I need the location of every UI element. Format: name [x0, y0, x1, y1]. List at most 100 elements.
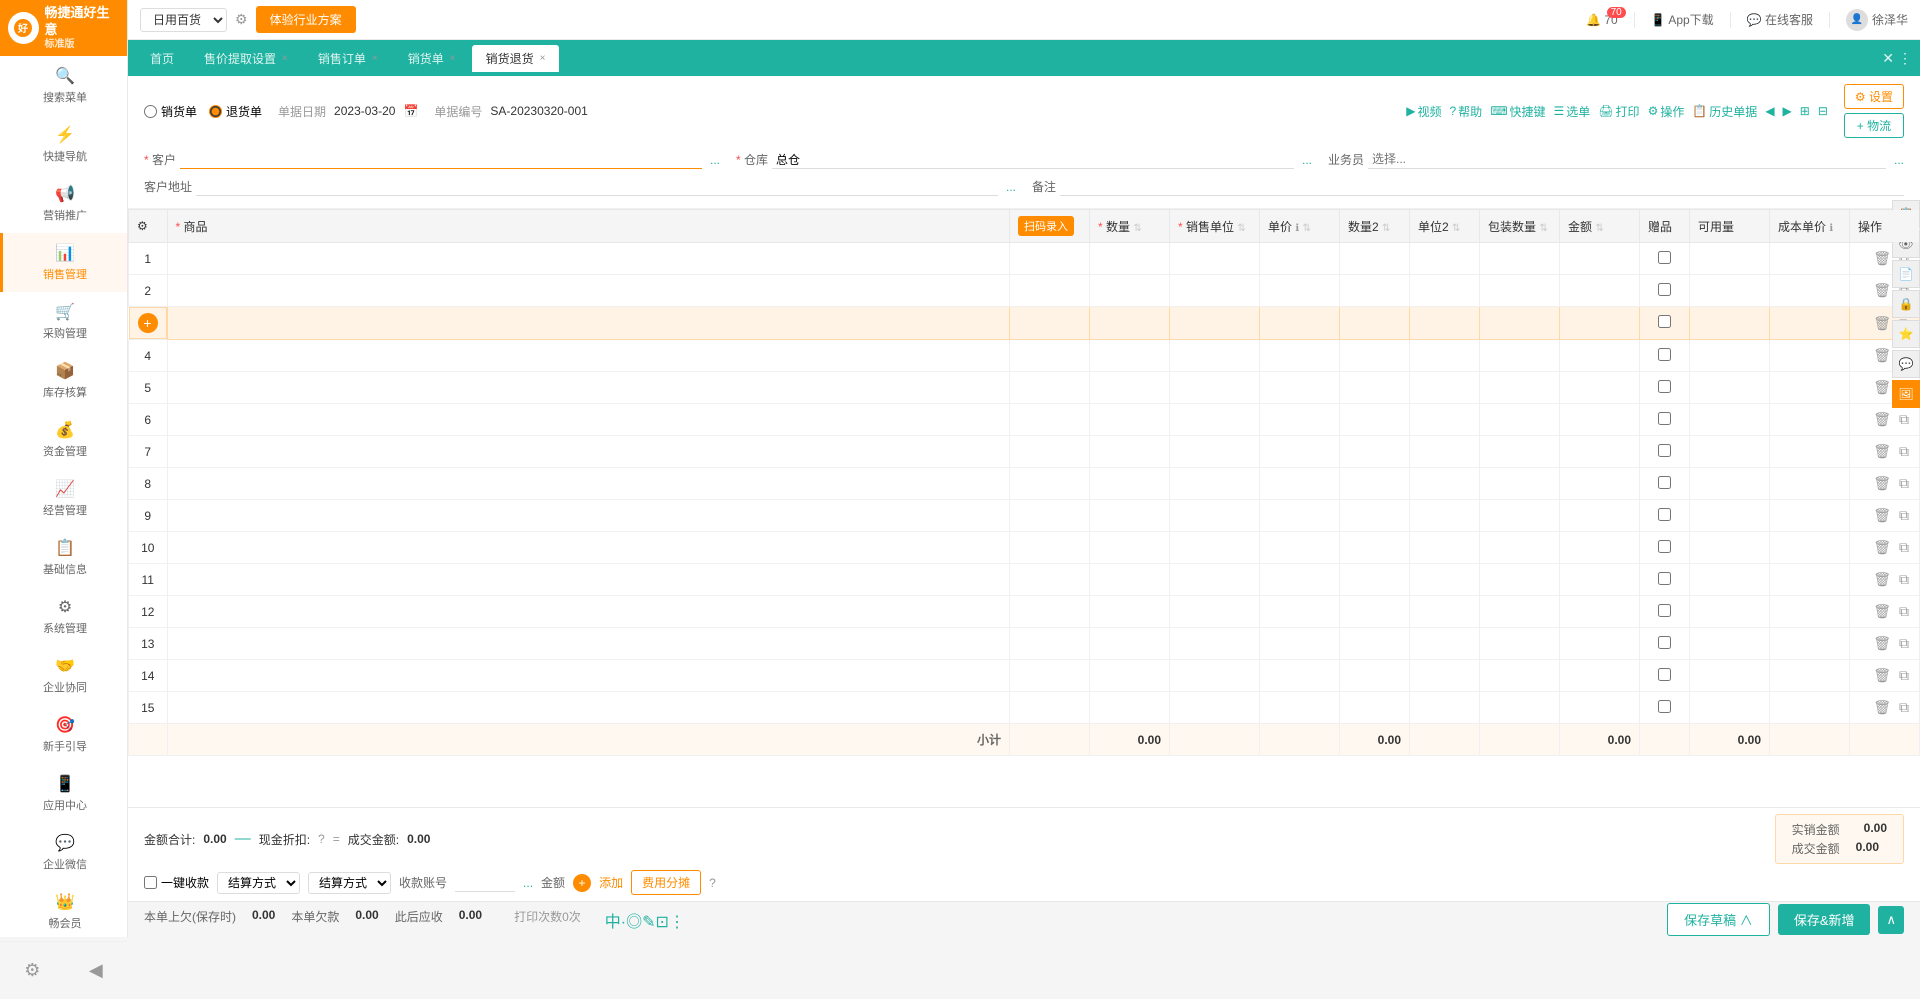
online-service-link[interactable]: 💬 在线客服: [1747, 11, 1813, 28]
right-float-image[interactable]: 🖼: [1892, 380, 1920, 408]
price-cell-2[interactable]: [1260, 275, 1340, 307]
delete-row-3-btn[interactable]: 🗑: [1871, 313, 1893, 334]
tab-sales-order[interactable]: 销售订单 ×: [304, 45, 392, 72]
sale-unit-cell-3[interactable]: [1170, 307, 1260, 340]
qty-cell-3[interactable]: [1090, 307, 1170, 340]
sidebar-item-basic[interactable]: 📋 基础信息: [0, 528, 127, 587]
product-input-3[interactable]: [176, 316, 1002, 331]
salesperson-dots-btn[interactable]: ...: [1894, 153, 1904, 167]
topbar-gear-icon[interactable]: ⚙: [235, 11, 248, 28]
toolbar-grid1[interactable]: ⊞: [1800, 104, 1810, 118]
experience-btn[interactable]: 体验行业方案: [256, 6, 356, 33]
available-cell-1[interactable]: [1690, 243, 1770, 275]
qty2-cell-3[interactable]: [1340, 307, 1410, 340]
logistics-btn[interactable]: + 物流: [1844, 113, 1904, 138]
tab-sales-return[interactable]: 销货退货 ×: [472, 45, 560, 72]
toolbar-select[interactable]: ☰ 选单: [1554, 103, 1591, 120]
sidebar-settings-btn[interactable]: ⚙: [14, 950, 50, 991]
copy-btn[interactable]: ⧉: [1897, 697, 1911, 718]
pack-cell-1[interactable]: [1480, 243, 1560, 275]
toolbar-operate[interactable]: ⚙ 操作: [1648, 103, 1685, 120]
fee-split-btn[interactable]: 费用分摊: [631, 870, 701, 895]
copy-btn[interactable]: ⧉: [1897, 633, 1911, 654]
amount-cell-1[interactable]: [1560, 243, 1640, 275]
sidebar-item-guide[interactable]: 🎯 新手引导: [0, 705, 127, 764]
one-click-checkbox[interactable]: 一键收款: [144, 874, 209, 891]
qty-cell-2[interactable]: [1090, 275, 1170, 307]
tab-sales-close[interactable]: ×: [450, 53, 456, 64]
delete-row-1-btn[interactable]: 🗑: [1871, 248, 1893, 269]
sidebar-item-marketing[interactable]: 📢 营销推广: [0, 174, 127, 233]
radio-return[interactable]: 退货单: [209, 103, 262, 120]
sidebar-item-purchase[interactable]: 🛒 采购管理: [0, 292, 127, 351]
app-download-link[interactable]: 📱 App下载: [1651, 11, 1714, 28]
delete-btn[interactable]: 🗑: [1871, 537, 1893, 558]
save-new-btn[interactable]: 保存&新增: [1778, 904, 1871, 935]
unit2-cell-1[interactable]: [1410, 243, 1480, 275]
tab-close-all-btn[interactable]: ✕: [1882, 50, 1894, 67]
available-cell-3[interactable]: [1690, 307, 1770, 340]
sidebar-item-appstore[interactable]: 📱 应用中心: [0, 764, 127, 823]
address-input[interactable]: [196, 177, 998, 196]
delete-btn[interactable]: 🗑: [1871, 345, 1893, 366]
sidebar-item-quicknav[interactable]: ⚡ 快捷导航: [0, 115, 127, 174]
row-add-3[interactable]: +: [129, 307, 167, 339]
amount-cell-2[interactable]: [1560, 275, 1640, 307]
gift-cell-2[interactable]: [1640, 275, 1690, 307]
sidebar-item-wechat[interactable]: 💬 企业微信: [0, 823, 127, 882]
qty2-cell-1[interactable]: [1340, 243, 1410, 275]
sum-method-select[interactable]: 结算方式: [308, 872, 391, 894]
sidebar-collapse-btn[interactable]: ◀: [79, 950, 113, 991]
add-row-btn[interactable]: +: [138, 313, 158, 333]
sidebar-item-member[interactable]: 👑 畅会员: [0, 882, 127, 941]
delete-btn[interactable]: 🗑: [1871, 665, 1893, 686]
copy-btn[interactable]: ⧉: [1897, 601, 1911, 622]
delete-btn[interactable]: 🗑: [1871, 569, 1893, 590]
copy-btn[interactable]: ⧉: [1897, 409, 1911, 430]
product-cell-2[interactable]: [167, 275, 1010, 307]
account-no-input[interactable]: [455, 873, 515, 892]
right-float-star[interactable]: ⭐: [1892, 320, 1920, 348]
pack-cell-2[interactable]: [1480, 275, 1560, 307]
toolbar-shortcut[interactable]: ⌨ 快捷键: [1490, 103, 1545, 120]
pack-cell-3[interactable]: [1480, 307, 1560, 340]
copy-btn[interactable]: ⧉: [1897, 665, 1911, 686]
remark-input[interactable]: [1060, 177, 1904, 196]
copy-btn[interactable]: ⧉: [1897, 441, 1911, 462]
gift-cell-1[interactable]: [1640, 243, 1690, 275]
cost-cell-1[interactable]: [1770, 243, 1850, 275]
qty2-cell-2[interactable]: [1340, 275, 1410, 307]
sale-unit-cell-2[interactable]: [1170, 275, 1260, 307]
unit2-cell-3[interactable]: [1410, 307, 1480, 340]
add-payment-btn[interactable]: +: [573, 874, 591, 892]
qty-cell-1[interactable]: [1090, 243, 1170, 275]
delete-btn[interactable]: 🗑: [1871, 441, 1893, 462]
tab-sales[interactable]: 销货单 ×: [394, 45, 470, 72]
delete-row-2-btn[interactable]: 🗑: [1871, 280, 1893, 301]
tab-sales-order-close[interactable]: ×: [372, 53, 378, 64]
amount-cell-3[interactable]: [1560, 307, 1640, 340]
price-cell-3[interactable]: [1260, 307, 1340, 340]
sidebar-item-finance[interactable]: 💰 资金管理: [0, 410, 127, 469]
sale-unit-cell-1[interactable]: [1170, 243, 1260, 275]
address-dots-btn[interactable]: ...: [1006, 180, 1016, 194]
radio-sales[interactable]: 销货单: [144, 103, 197, 120]
cost-cell-2[interactable]: [1770, 275, 1850, 307]
notification-bell[interactable]: 🔔 70 70: [1586, 13, 1618, 27]
copy-btn[interactable]: ⧉: [1897, 569, 1911, 590]
product-cell-1[interactable]: [167, 243, 1010, 275]
sidebar-item-system[interactable]: ⚙ 系统管理: [0, 587, 127, 646]
price-cell-1[interactable]: [1260, 243, 1340, 275]
toolbar-print[interactable]: 🖨 打印: [1598, 103, 1639, 120]
salesperson-input[interactable]: [1368, 150, 1886, 169]
sidebar-item-search[interactable]: 🔍 搜索菜单: [0, 56, 127, 115]
right-float-lock[interactable]: 🔒: [1892, 290, 1920, 318]
toolbar-grid2[interactable]: ⊟: [1818, 104, 1828, 118]
user-menu[interactable]: 👤 徐泽华: [1846, 9, 1908, 31]
tab-sales-return-close[interactable]: ×: [540, 53, 546, 64]
available-cell-2[interactable]: [1690, 275, 1770, 307]
sidebar-item-inventory[interactable]: 📦 库存核算: [0, 351, 127, 410]
toolbar-video[interactable]: ▶ 视频: [1406, 103, 1441, 120]
tab-price-extract[interactable]: 售价提取设置 ×: [190, 45, 302, 72]
save-draft-btn[interactable]: 保存草稿 ∧: [1667, 903, 1770, 936]
